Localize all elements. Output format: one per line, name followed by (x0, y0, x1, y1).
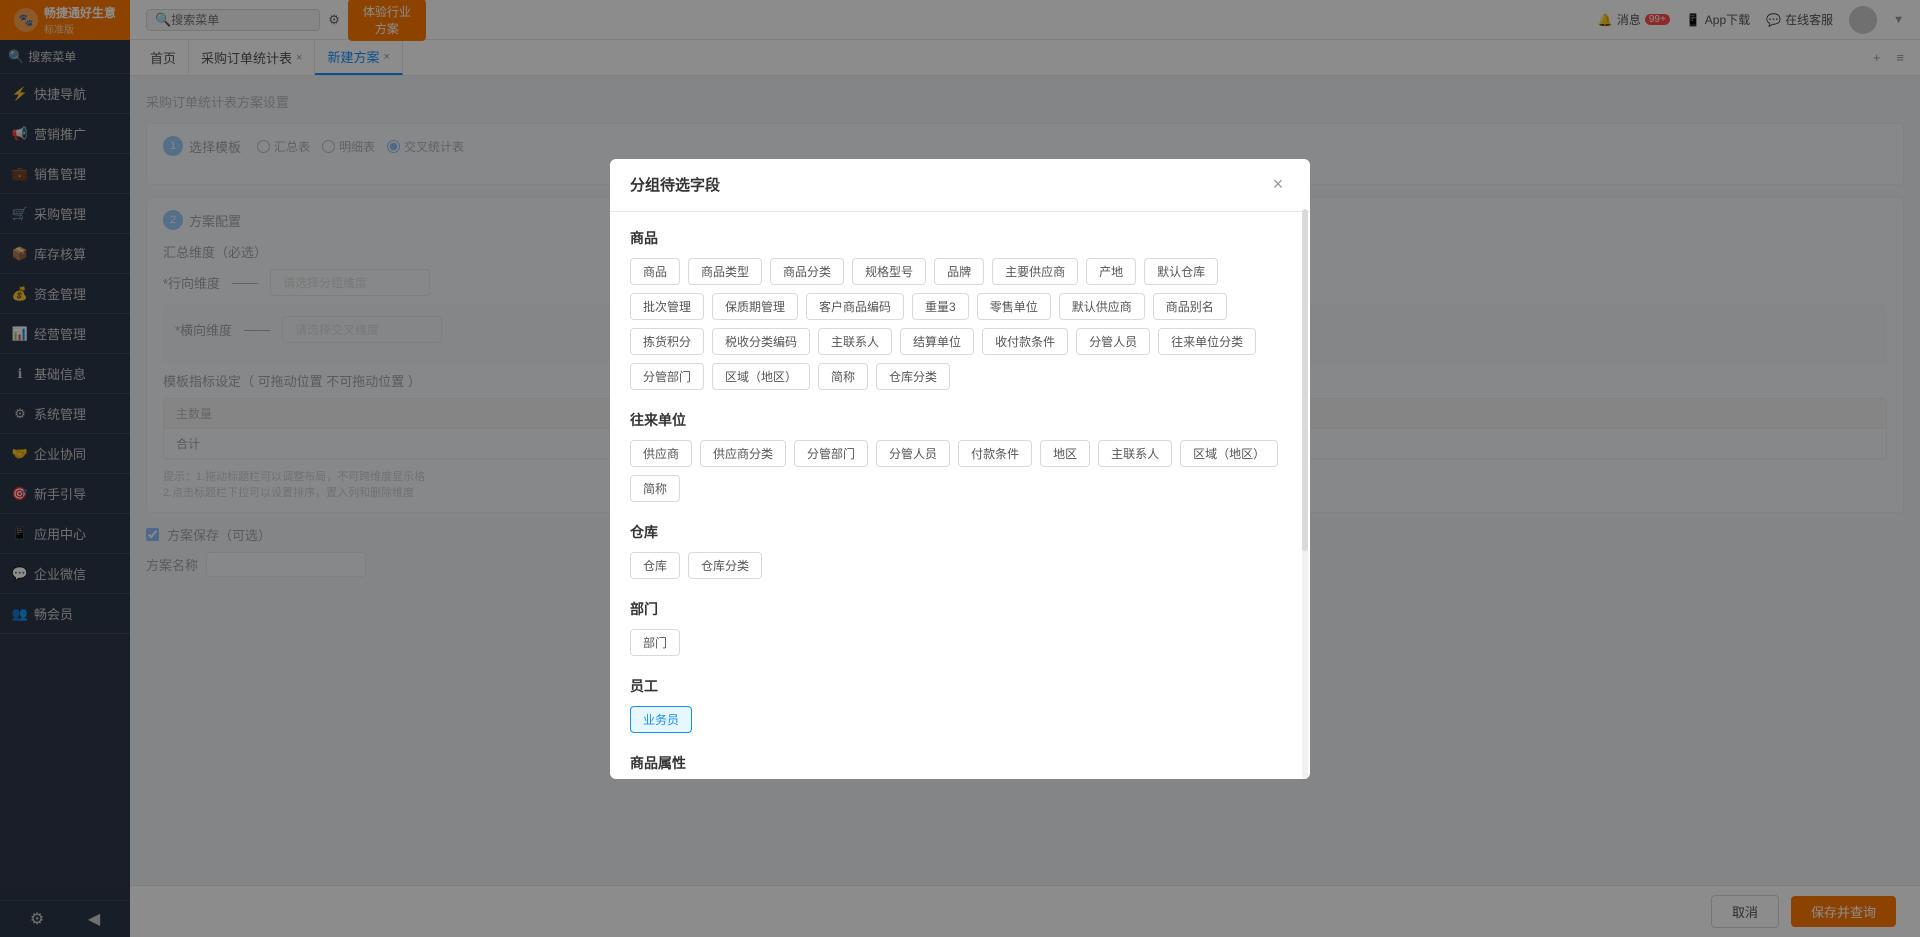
field-tag[interactable]: 默认仓库 (1144, 258, 1218, 285)
field-tag[interactable]: 主要供应商 (992, 258, 1078, 285)
field-tag[interactable]: 商品分类 (770, 258, 844, 285)
field-tag[interactable]: 保质期管理 (712, 293, 798, 320)
field-tag[interactable]: 产地 (1086, 258, 1136, 285)
field-tag[interactable]: 商品类型 (688, 258, 762, 285)
field-tags: 仓库仓库分类 (630, 552, 1290, 579)
scrollbar-thumb (1302, 209, 1308, 551)
field-tag[interactable]: 往来单位分类 (1158, 328, 1256, 355)
field-tag[interactable]: 结算单位 (900, 328, 974, 355)
field-tag[interactable]: 规格型号 (852, 258, 926, 285)
field-tag[interactable]: 拣货积分 (630, 328, 704, 355)
field-group-title: 仓库 (630, 522, 1290, 542)
field-tag[interactable]: 零售单位 (977, 293, 1051, 320)
field-tag[interactable]: 分管人员 (1076, 328, 1150, 355)
field-tag[interactable]: 仓库分类 (876, 363, 950, 390)
field-group-商品属性: 商品属性属性颜色多规格尺码鞋码1 (630, 753, 1290, 779)
field-tag[interactable]: 付款条件 (958, 440, 1032, 467)
field-tag[interactable]: 区域（地区） (1180, 440, 1278, 467)
field-tag[interactable]: 简称 (818, 363, 868, 390)
field-tag[interactable]: 仓库 (630, 552, 680, 579)
field-tag[interactable]: 批次管理 (630, 293, 704, 320)
field-group-部门: 部门部门 (630, 599, 1290, 656)
field-tag[interactable]: 业务员 (630, 706, 692, 733)
field-group-员工: 员工业务员 (630, 676, 1290, 733)
field-tag[interactable]: 供应商 (630, 440, 692, 467)
field-group-往来单位: 往来单位供应商供应商分类分管部门分管人员付款条件地区主联系人区域（地区） 简称 (630, 410, 1290, 502)
field-tags: 商品商品类型商品分类规格型号品牌主要供应商产地默认仓库批次管理保质期管理客户商品… (630, 258, 1290, 390)
field-tag[interactable]: 税收分类编码 (712, 328, 810, 355)
modal-overlay[interactable]: 分组待选字段 × 商品商品商品类型商品分类规格型号品牌主要供应商产地默认仓库批次… (0, 0, 1920, 937)
field-tag[interactable]: 地区 (1040, 440, 1090, 467)
modal-header: 分组待选字段 × (610, 159, 1310, 212)
field-tag[interactable]: 默认供应商 (1059, 293, 1145, 320)
field-tags: 业务员 (630, 706, 1290, 733)
field-tags: 部门 (630, 629, 1290, 656)
field-tag[interactable]: 主联系人 (818, 328, 892, 355)
field-tag[interactable]: 品牌 (934, 258, 984, 285)
field-tags: 供应商供应商分类分管部门分管人员付款条件地区主联系人区域（地区） 简称 (630, 440, 1290, 502)
field-tag[interactable]: 分管人员 (876, 440, 950, 467)
field-tag[interactable]: 供应商分类 (700, 440, 786, 467)
field-tag[interactable]: 主联系人 (1098, 440, 1172, 467)
field-tag[interactable]: 简称 (630, 475, 680, 502)
field-group-仓库: 仓库仓库仓库分类 (630, 522, 1290, 579)
field-group-title: 往来单位 (630, 410, 1290, 430)
field-tag[interactable]: 仓库分类 (688, 552, 762, 579)
modal-close-button[interactable]: × (1266, 173, 1290, 197)
field-tag[interactable]: 分管部门 (794, 440, 868, 467)
field-tag[interactable]: 收付款条件 (982, 328, 1068, 355)
field-group-商品: 商品商品商品类型商品分类规格型号品牌主要供应商产地默认仓库批次管理保质期管理客户… (630, 228, 1290, 390)
modal-dialog: 分组待选字段 × 商品商品商品类型商品分类规格型号品牌主要供应商产地默认仓库批次… (610, 159, 1310, 779)
field-tag[interactable]: 部门 (630, 629, 680, 656)
field-tag[interactable]: 区域（地区） (712, 363, 810, 390)
field-group-title: 员工 (630, 676, 1290, 696)
field-group-title: 商品属性 (630, 753, 1290, 773)
modal-title: 分组待选字段 (630, 174, 720, 195)
field-group-title: 商品 (630, 228, 1290, 248)
modal-body: 商品商品商品类型商品分类规格型号品牌主要供应商产地默认仓库批次管理保质期管理客户… (610, 212, 1310, 779)
scrollbar-track[interactable] (1302, 209, 1308, 779)
field-tag[interactable]: 客户商品编码 (806, 293, 904, 320)
field-tag[interactable]: 商品 (630, 258, 680, 285)
field-tag[interactable]: 商品别名 (1153, 293, 1227, 320)
field-tag[interactable]: 分管部门 (630, 363, 704, 390)
field-tag[interactable]: 重量3 (912, 293, 969, 320)
field-group-title: 部门 (630, 599, 1290, 619)
